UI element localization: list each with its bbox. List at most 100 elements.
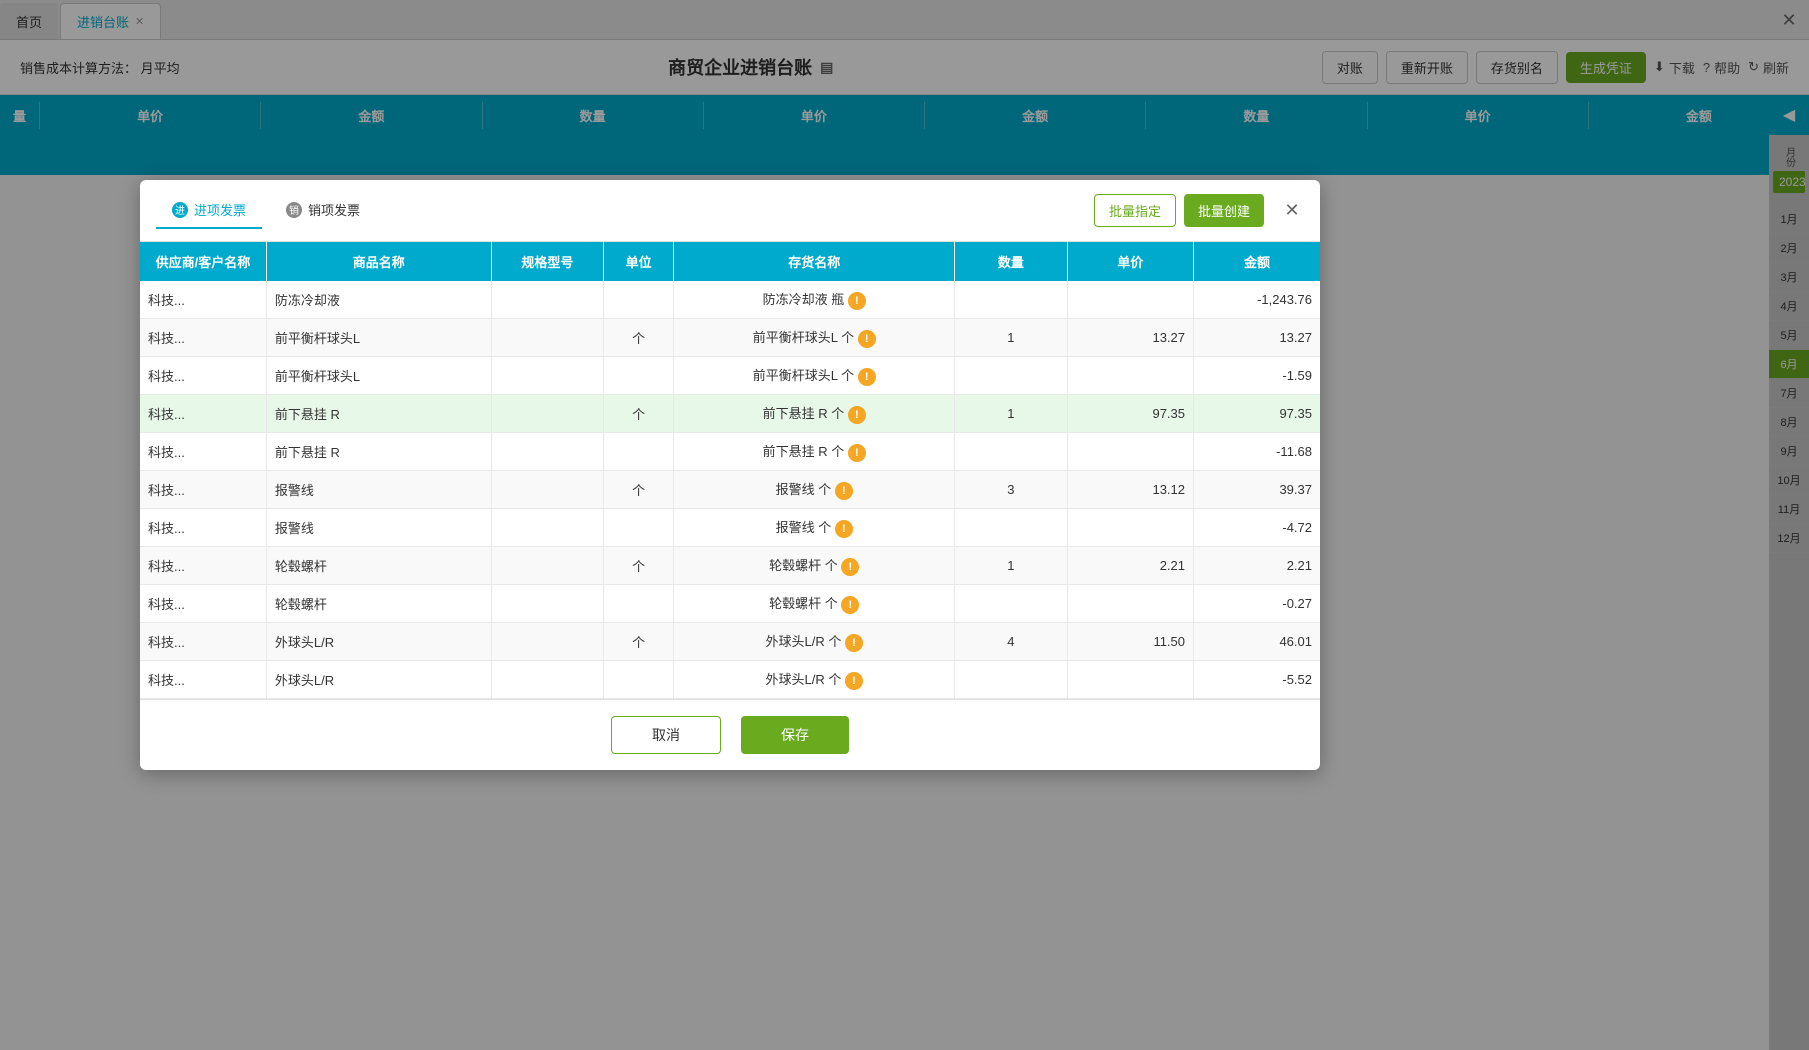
table-row: 科技...报警线个报警线 个 !313.1239.37 bbox=[140, 471, 1320, 509]
cell-amount: 39.37 bbox=[1194, 471, 1320, 509]
cell-unit bbox=[604, 509, 674, 547]
cell-spec bbox=[491, 471, 603, 509]
dialog-footer: 取消 保存 bbox=[140, 699, 1320, 770]
cell-amount: -0.27 bbox=[1194, 585, 1320, 623]
cell-amount: 2.21 bbox=[1194, 547, 1320, 585]
cell-product: 外球头L/R bbox=[266, 623, 491, 661]
tab-outgoing-label: 销项发票 bbox=[308, 200, 360, 219]
cell-product: 报警线 bbox=[266, 471, 491, 509]
cell-price bbox=[1067, 281, 1193, 319]
warning-icon: ! bbox=[835, 520, 853, 538]
cell-amount: -4.72 bbox=[1194, 509, 1320, 547]
th-spec: 规格型号 bbox=[491, 242, 603, 281]
outgoing-invoice-icon: 销 bbox=[286, 202, 302, 218]
cell-supplier: 科技... bbox=[140, 509, 266, 547]
cell-inventory: 报警线 个 ! bbox=[674, 509, 955, 547]
cell-product: 前平衡杆球头L bbox=[266, 357, 491, 395]
cell-supplier: 科技... bbox=[140, 357, 266, 395]
warning-icon: ! bbox=[845, 634, 863, 652]
cell-price: 97.35 bbox=[1067, 395, 1193, 433]
th-amount: 金额 bbox=[1194, 242, 1320, 281]
cell-product: 报警线 bbox=[266, 509, 491, 547]
cell-inventory: 轮毂螺杆 个 ! bbox=[674, 547, 955, 585]
tab-incoming-invoice[interactable]: 进 进项发票 bbox=[156, 192, 262, 229]
warning-icon: ! bbox=[848, 406, 866, 424]
warning-icon: ! bbox=[841, 596, 859, 614]
table-row: 科技...前下悬挂 R个前下悬挂 R 个 !197.3597.35 bbox=[140, 395, 1320, 433]
cell-qty bbox=[955, 433, 1067, 471]
invoice-dialog: 进 进项发票 销 销项发票 批量指定 批量创建 ✕ bbox=[140, 180, 1320, 770]
warning-icon: ! bbox=[841, 558, 859, 576]
warning-icon: ! bbox=[848, 444, 866, 462]
cell-amount: -5.52 bbox=[1194, 661, 1320, 699]
cell-supplier: 科技... bbox=[140, 433, 266, 471]
cell-inventory: 轮毂螺杆 个 ! bbox=[674, 585, 955, 623]
cell-supplier: 科技... bbox=[140, 395, 266, 433]
cell-spec bbox=[491, 433, 603, 471]
cell-product: 前下悬挂 R bbox=[266, 395, 491, 433]
cell-unit: 个 bbox=[604, 623, 674, 661]
cell-inventory: 外球头L/R 个 ! bbox=[674, 623, 955, 661]
cell-supplier: 科技... bbox=[140, 661, 266, 699]
th-supplier: 供应商/客户名称 bbox=[140, 242, 266, 281]
cell-price bbox=[1067, 433, 1193, 471]
dialog-table-container[interactable]: 供应商/客户名称 商品名称 规格型号 单位 存货名称 数量 单价 金额 科技..… bbox=[140, 242, 1320, 699]
table-row: 科技...前平衡杆球头L前平衡杆球头L 个 !-1.59 bbox=[140, 357, 1320, 395]
batch-create-button[interactable]: 批量创建 bbox=[1184, 194, 1264, 227]
table-row: 科技...报警线 报警线 个 ! -4.72 bbox=[140, 509, 1320, 547]
cell-unit bbox=[604, 433, 674, 471]
cell-unit: 个 bbox=[604, 395, 674, 433]
cell-amount: 13.27 bbox=[1194, 319, 1320, 357]
warning-icon: ! bbox=[858, 368, 876, 386]
cell-spec bbox=[491, 357, 603, 395]
cell-qty bbox=[955, 585, 1067, 623]
cell-amount: -1,243.76 bbox=[1194, 281, 1320, 319]
cell-unit bbox=[604, 281, 674, 319]
cell-qty: 1 bbox=[955, 319, 1067, 357]
cell-unit: 个 bbox=[604, 471, 674, 509]
cell-inventory: 前下悬挂 R 个 ! bbox=[674, 395, 955, 433]
save-button[interactable]: 保存 bbox=[741, 716, 849, 754]
th-price: 单价 bbox=[1067, 242, 1193, 281]
cancel-button[interactable]: 取消 bbox=[611, 716, 721, 754]
cell-qty bbox=[955, 357, 1067, 395]
cell-qty: 1 bbox=[955, 547, 1067, 585]
cell-qty: 3 bbox=[955, 471, 1067, 509]
table-row: 科技...轮毂螺杆轮毂螺杆 个 !-0.27 bbox=[140, 585, 1320, 623]
table-row: 科技...前下悬挂 R前下悬挂 R 个 !-11.68 bbox=[140, 433, 1320, 471]
cell-price bbox=[1067, 509, 1193, 547]
dialog-close-button[interactable]: ✕ bbox=[1280, 199, 1304, 223]
cell-spec bbox=[491, 585, 603, 623]
dialog-header: 进 进项发票 销 销项发票 批量指定 批量创建 ✕ bbox=[140, 180, 1320, 242]
cell-unit bbox=[604, 357, 674, 395]
cell-supplier: 科技... bbox=[140, 319, 266, 357]
warning-icon: ! bbox=[848, 292, 866, 310]
cell-product: 前下悬挂 R bbox=[266, 433, 491, 471]
cell-spec bbox=[491, 547, 603, 585]
table-body: 科技...防冻冷却液防冻冷却液 瓶 !-1,243.76科技...前平衡杆球头L… bbox=[140, 281, 1320, 699]
table-row: 科技...轮毂螺杆个轮毂螺杆 个 !12.212.21 bbox=[140, 547, 1320, 585]
cell-unit bbox=[604, 661, 674, 699]
cell-price bbox=[1067, 585, 1193, 623]
cell-inventory: 外球头L/R 个 ! bbox=[674, 661, 955, 699]
table-header-row: 供应商/客户名称 商品名称 规格型号 单位 存货名称 数量 单价 金额 bbox=[140, 242, 1320, 281]
cell-supplier: 科技... bbox=[140, 623, 266, 661]
cell-unit: 个 bbox=[604, 319, 674, 357]
cell-price: 13.12 bbox=[1067, 471, 1193, 509]
cell-supplier: 科技... bbox=[140, 547, 266, 585]
cell-qty bbox=[955, 281, 1067, 319]
cell-product: 轮毂螺杆 bbox=[266, 585, 491, 623]
cell-inventory: 前平衡杆球头L 个 ! bbox=[674, 357, 955, 395]
invoice-table: 供应商/客户名称 商品名称 规格型号 单位 存货名称 数量 单价 金额 科技..… bbox=[140, 242, 1320, 699]
cell-inventory: 报警线 个 ! bbox=[674, 471, 955, 509]
tab-outgoing-invoice[interactable]: 销 销项发票 bbox=[270, 192, 376, 229]
cell-price: 2.21 bbox=[1067, 547, 1193, 585]
batch-assign-button[interactable]: 批量指定 bbox=[1094, 194, 1176, 227]
cell-spec bbox=[491, 395, 603, 433]
warning-icon: ! bbox=[835, 482, 853, 500]
table-row: 科技...前平衡杆球头L个前平衡杆球头L 个 !113.2713.27 bbox=[140, 319, 1320, 357]
table-row: 科技...外球头L/R个外球头L/R 个 !411.5046.01 bbox=[140, 623, 1320, 661]
cell-spec bbox=[491, 281, 603, 319]
cell-spec bbox=[491, 623, 603, 661]
cell-price: 11.50 bbox=[1067, 623, 1193, 661]
